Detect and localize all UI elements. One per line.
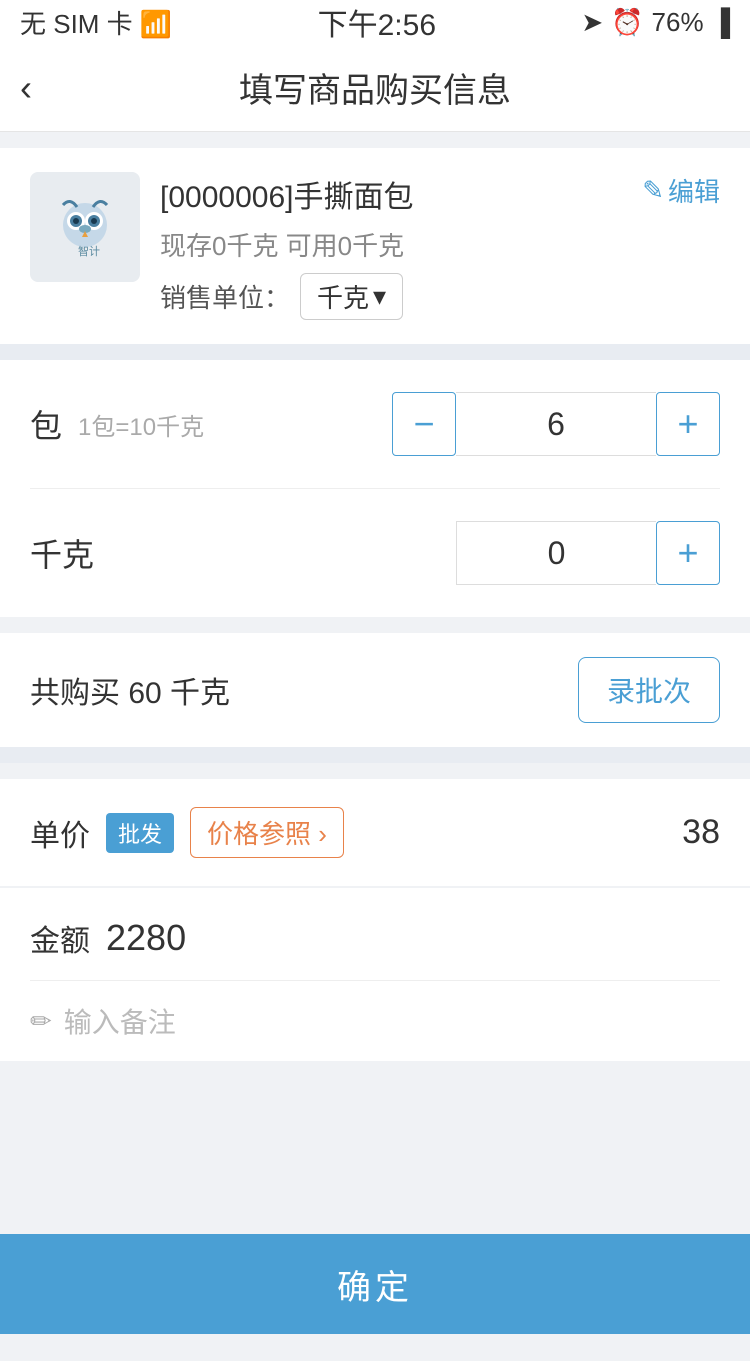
unit-label: 销售单位： — [160, 278, 290, 315]
amount-value: 2280 — [106, 917, 186, 959]
svg-text:智计: 智计 — [78, 244, 100, 257]
bag-increment-button[interactable]: + — [656, 392, 720, 456]
divider-1 — [0, 344, 750, 360]
back-button[interactable]: ‹ — [20, 67, 32, 109]
bag-label: 包 — [30, 401, 62, 447]
price-left: 单价 批发 价格参照 › — [30, 807, 344, 858]
edit-label: 编辑 — [668, 172, 720, 209]
edit-button[interactable]: ✎ 编辑 — [642, 172, 720, 209]
status-left: 无 SIM 卡 📶 — [20, 4, 172, 41]
batch-button[interactable]: 录批次 — [578, 657, 720, 723]
product-name: [0000006]手撕面包 — [160, 172, 413, 216]
confirm-button[interactable]: 确定 — [0, 1234, 750, 1334]
product-info: [0000006]手撕面包 ✎ 编辑 现存0千克 可用0千克 销售单位： 千克 … — [160, 172, 720, 320]
product-stock: 现存0千克 可用0千克 — [160, 226, 720, 263]
bag-qty-control: − + — [392, 392, 720, 456]
battery-icon: ▐ — [712, 7, 730, 38]
kg-qty-input[interactable] — [456, 521, 656, 585]
price-label: 单价 — [30, 811, 90, 855]
price-tag: 批发 — [106, 813, 174, 853]
bag-label-group: 包 1包=10千克 — [30, 401, 204, 447]
unit-select[interactable]: 千克 ▾ — [300, 273, 403, 320]
sim-status: 无 SIM 卡 📶 — [20, 4, 172, 41]
status-time: 下午2:56 — [318, 0, 436, 44]
nav-bar: ‹ 填写商品购买信息 — [0, 44, 750, 132]
kg-increment-button[interactable]: + — [656, 521, 720, 585]
amount-label: 金额 — [30, 916, 90, 960]
product-thumbnail: 智计 — [30, 172, 140, 282]
unit-arrow-icon: ▾ — [373, 281, 386, 312]
status-right: ➤ ⏰ 76% ▐ — [581, 7, 730, 38]
kg-label: 千克 — [30, 530, 94, 576]
alarm-icon: ⏰ — [611, 7, 643, 38]
price-value: 38 — [682, 813, 720, 852]
bag-input-row: 包 1包=10千克 − + — [30, 360, 720, 489]
product-card: 智计 [0000006]手撕面包 ✎ 编辑 现存0千克 可用0千克 销售单位： … — [0, 148, 750, 344]
pencil-icon: ✏ — [30, 1006, 52, 1037]
battery-level: 76% — [652, 7, 704, 38]
kg-input-row: 千克 + — [30, 489, 720, 617]
product-unit-row: 销售单位： 千克 ▾ — [160, 273, 720, 320]
input-section: 包 1包=10千克 − + 千克 + — [0, 360, 750, 617]
product-owl-icon: 智计 — [50, 187, 120, 267]
location-icon: ➤ — [581, 7, 603, 38]
bag-qty-input[interactable] — [456, 392, 656, 456]
remark-placeholder: 输入备注 — [64, 1001, 176, 1041]
status-bar: 无 SIM 卡 📶 下午2:56 ➤ ⏰ 76% ▐ — [0, 0, 750, 44]
summary-section: 共购买 60 千克 录批次 — [0, 633, 750, 747]
bag-hint: 1包=10千克 — [78, 407, 204, 442]
page-title: 填写商品购买信息 — [239, 63, 511, 112]
bag-decrement-button[interactable]: − — [392, 392, 456, 456]
price-section: 单价 批发 价格参照 › 38 — [0, 779, 750, 886]
amount-section: 金额 2280 ✏ 输入备注 — [0, 888, 750, 1061]
price-ref-button[interactable]: 价格参照 › — [190, 807, 344, 858]
divider-2 — [0, 747, 750, 763]
kg-qty-control: + — [456, 521, 720, 585]
amount-row: 金额 2280 — [30, 916, 720, 981]
unit-value: 千克 — [317, 278, 369, 315]
remark-row[interactable]: ✏ 输入备注 — [30, 981, 720, 1061]
edit-icon: ✎ — [642, 175, 664, 206]
summary-text: 共购买 60 千克 — [30, 668, 230, 712]
